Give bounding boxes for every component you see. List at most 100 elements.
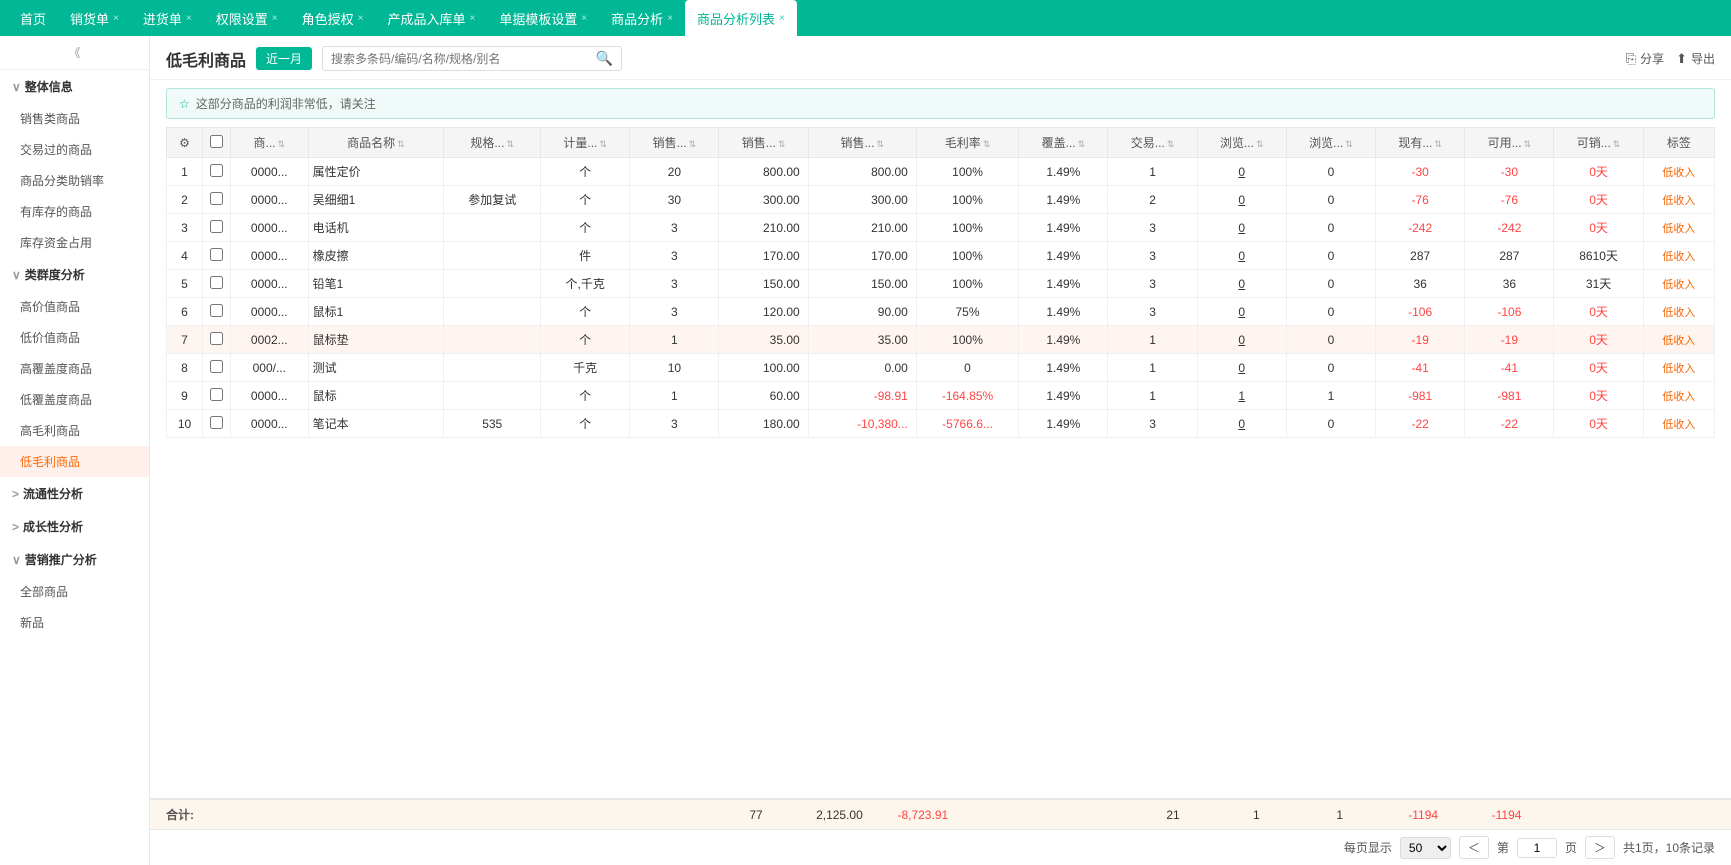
sidebar-group-overall[interactable]: ∨ 整体信息 [0,70,149,103]
filter-period-button[interactable]: 近一月 [256,47,312,70]
sidebar-item-high-value[interactable]: 高价值商品 [0,291,149,322]
nav-purchase-order[interactable]: 进货单 × [131,0,204,36]
nav-product-analysis-list-close[interactable]: × [779,13,785,24]
cell-browse1[interactable]: 0 [1197,214,1286,242]
sidebar-item-high-coverage[interactable]: 高覆盖度商品 [0,353,149,384]
nav-sales-order-close[interactable]: × [113,13,119,24]
row-checkbox[interactable] [210,220,223,233]
cell-spec [444,214,541,242]
sidebar-collapse-btn[interactable]: 《 [0,36,149,70]
sidebar-group-marketing[interactable]: ∨ 营销推广分析 [0,543,149,576]
cell-browse1[interactable]: 0 [1197,298,1286,326]
th-checkbox[interactable] [203,128,231,158]
row-checkbox[interactable] [210,164,223,177]
cell-no: 6 [167,298,203,326]
cell-unit: 个 [541,326,630,354]
nav-role-auth-close[interactable]: × [358,13,364,24]
nav-product-analysis-list[interactable]: 商品分析列表 × [685,0,797,36]
cell-browse1[interactable]: 0 [1197,270,1286,298]
row-checkbox[interactable] [210,248,223,261]
page-number-input[interactable] [1517,838,1557,858]
th-settings[interactable]: ⚙ [167,128,203,158]
sidebar-item-all-goods[interactable]: 全部商品 [0,576,149,607]
nav-purchase-order-close[interactable]: × [186,13,192,24]
cell-check[interactable] [203,326,231,354]
cell-browse1[interactable]: 0 [1197,410,1286,438]
cell-browse1[interactable]: 0 [1197,158,1286,186]
sidebar-item-low-margin[interactable]: 低毛利商品 [0,446,149,477]
page-size-select[interactable]: 50 20 100 [1400,837,1451,859]
cell-available: -242 [1465,214,1554,242]
cell-browse1[interactable]: 0 [1197,242,1286,270]
search-icon[interactable]: 🔍 [596,50,613,67]
sidebar-group-liquidity[interactable]: > 流通性分析 [0,477,149,510]
cell-trade: 1 [1108,354,1197,382]
row-checkbox[interactable] [210,192,223,205]
prev-page-button[interactable]: ＜ [1459,836,1489,859]
select-all-checkbox[interactable] [210,135,223,148]
table-row: 8 000/... 测试 千克 10 100.00 0.00 0 1.49% 1… [167,354,1715,382]
row-checkbox[interactable] [210,276,223,289]
cell-browse1[interactable]: 0 [1197,326,1286,354]
cell-available: -19 [1465,326,1554,354]
cell-check[interactable] [203,382,231,410]
cell-check[interactable] [203,242,231,270]
nav-product-instock-close[interactable]: × [469,13,475,24]
table-wrapper[interactable]: ⚙ 商...⇅ 商品名称⇅ 规格...⇅ 计量...⇅ 销售...⇅ 销售...… [150,127,1731,798]
cell-check[interactable] [203,186,231,214]
cell-browse1[interactable]: 0 [1197,354,1286,382]
cell-available: -22 [1465,410,1554,438]
nav-product-instock[interactable]: 产成品入库单 × [375,0,487,36]
sidebar-item-high-margin[interactable]: 高毛利商品 [0,415,149,446]
nav-role-auth[interactable]: 角色授权 × [290,0,376,36]
row-checkbox[interactable] [210,360,223,373]
search-input[interactable] [331,52,596,66]
cell-available: -106 [1465,298,1554,326]
cell-browse1[interactable]: 1 [1197,382,1286,410]
cell-check[interactable] [203,214,231,242]
nav-template-settings[interactable]: 单据模板设置 × [487,0,599,36]
sidebar-item-stock-capital[interactable]: 库存资金占用 [0,227,149,258]
total-bar: 合计: 77 2,125.00 -8,723.91 21 1 1 -1194 -… [150,798,1731,829]
cell-sales-price: 300.00 [719,186,808,214]
sidebar-group-cluster[interactable]: ∨ 类群度分析 [0,258,149,291]
row-checkbox[interactable] [210,416,223,429]
row-checkbox[interactable] [210,304,223,317]
cell-check[interactable] [203,270,231,298]
cell-sellable: 0天 [1554,214,1643,242]
nav-product-analysis-close[interactable]: × [667,13,673,24]
sidebar-item-low-coverage[interactable]: 低覆盖度商品 [0,384,149,415]
next-page-button[interactable]: ＞ [1585,836,1615,859]
sidebar-item-in-stock-goods[interactable]: 有库存的商品 [0,196,149,227]
row-checkbox[interactable] [210,388,223,401]
nav-sales-order[interactable]: 销货单 × [58,0,131,36]
row-checkbox[interactable] [210,332,223,345]
sidebar-group-growth[interactable]: > 成长性分析 [0,510,149,543]
sidebar-item-traded-goods[interactable]: 交易过的商品 [0,134,149,165]
cell-check[interactable] [203,298,231,326]
sidebar-item-low-value[interactable]: 低价值商品 [0,322,149,353]
cell-no: 7 [167,326,203,354]
share-button[interactable]: ⎘ 分享 [1626,50,1664,67]
nav-permission-close[interactable]: × [272,13,278,24]
page-unit-before: 第 [1497,839,1509,856]
cell-name: 电话机 [308,214,444,242]
search-box[interactable]: 🔍 [322,46,622,71]
nav-home[interactable]: 首页 [8,0,58,36]
sidebar-item-sales-goods[interactable]: 销售类商品 [0,103,149,134]
cell-gross-rate: 100% [916,158,1018,186]
cell-available: -76 [1465,186,1554,214]
cell-browse1[interactable]: 0 [1197,186,1286,214]
cell-current: 36 [1376,270,1465,298]
cell-check[interactable] [203,410,231,438]
nav-permission[interactable]: 权限设置 × [204,0,290,36]
sidebar-item-new-goods[interactable]: 新品 [0,607,149,638]
nav-product-analysis[interactable]: 商品分析 × [599,0,685,36]
cell-sales-amount: 0.00 [808,354,916,382]
cell-check[interactable] [203,354,231,382]
export-button[interactable]: ⬆ 导出 [1676,50,1715,67]
nav-template-close[interactable]: × [581,13,587,24]
cell-check[interactable] [203,158,231,186]
cell-current: 287 [1376,242,1465,270]
sidebar-item-category-rate[interactable]: 商品分类助销率 [0,165,149,196]
